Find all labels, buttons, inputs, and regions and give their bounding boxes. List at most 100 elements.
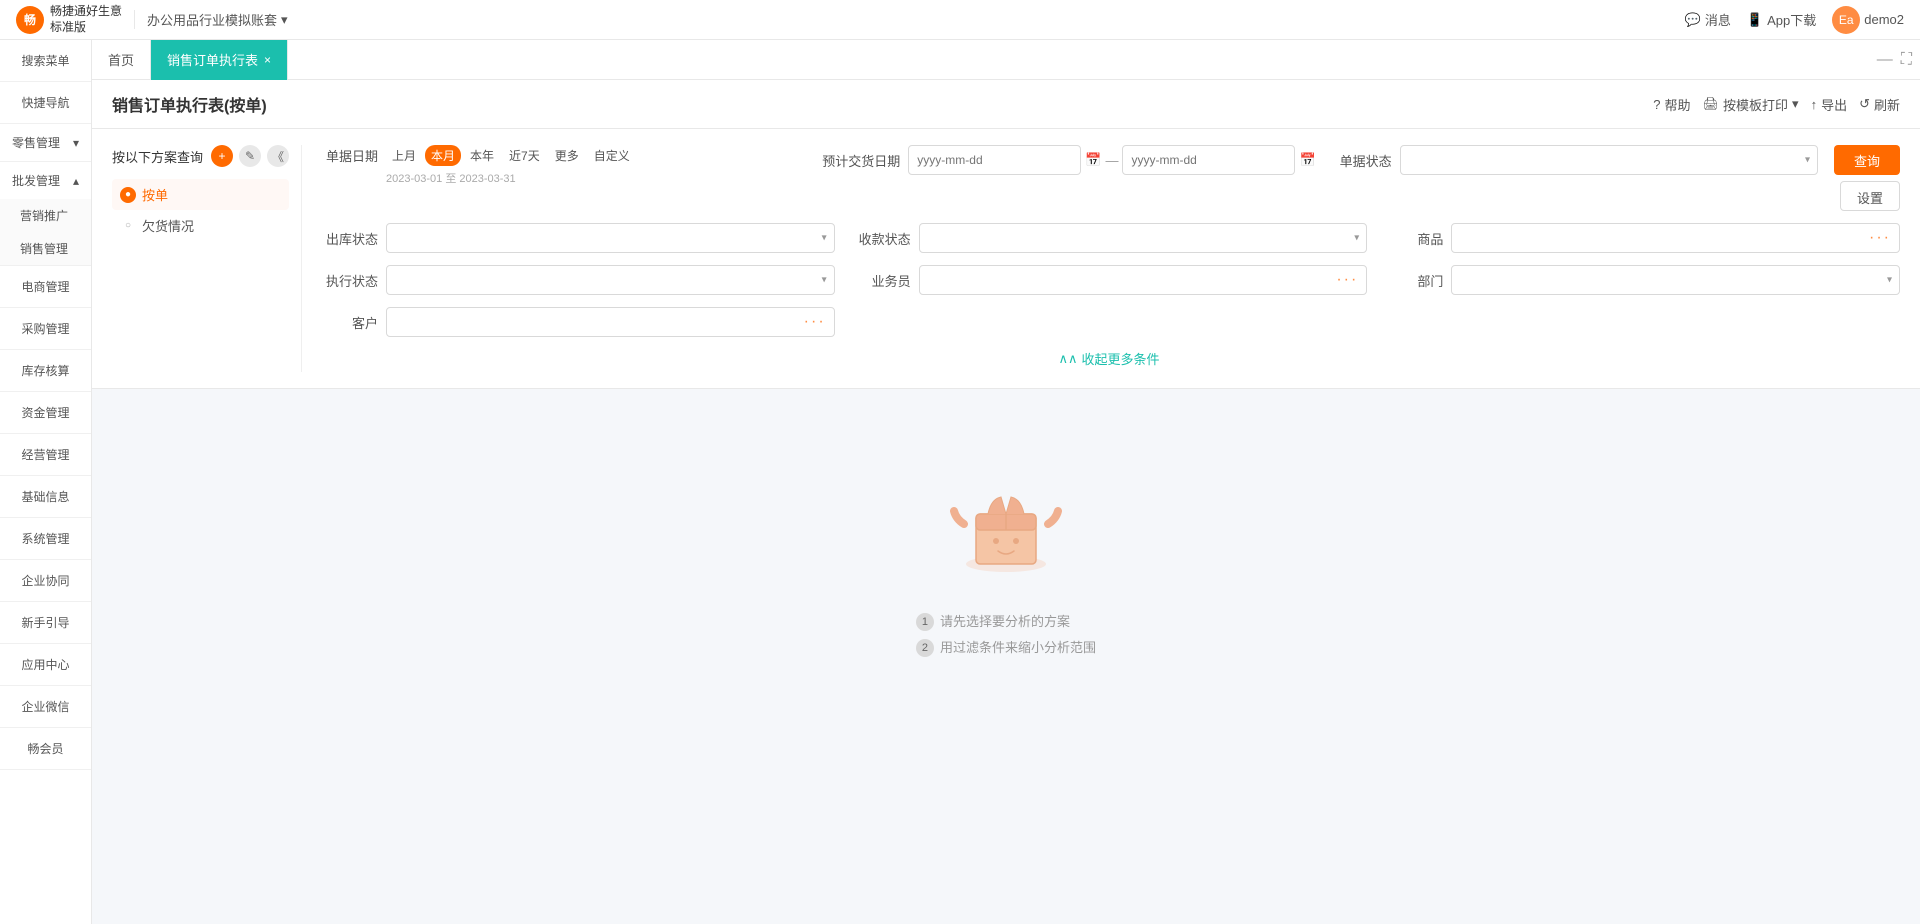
sidebar-item-quick-nav[interactable]: 快捷导航 <box>0 82 91 124</box>
message-button[interactable]: 💬 消息 <box>1685 10 1731 29</box>
page-content: 销售订单执行表(按单) ? 帮助 🖨 按模板打印 ▾ ↑ 导出 <box>92 80 1920 924</box>
sidebar-item-wholesale[interactable]: 批发管理 ▴ <box>0 162 91 199</box>
print-icon: 🖨 <box>1703 96 1720 112</box>
download-icon: 📱 <box>1747 12 1763 28</box>
sidebar-item-sales-mgmt[interactable]: 销售管理 <box>0 232 91 265</box>
empty-tips: 1 请先选择要分析的方案 2 用过滤条件来缩小分析范围 <box>916 609 1096 661</box>
empty-state: 1 请先选择要分析的方案 2 用过滤条件来缩小分析范围 <box>92 389 1920 741</box>
filter-status-item: 单据状态 ▾ <box>1332 145 1818 175</box>
sidebar-item-ecommerce[interactable]: 电商管理 <box>0 266 91 308</box>
scheme-list: ● 按单 ○ 欠货情况 <box>112 179 289 241</box>
filter-actions: 查询 设置 <box>1834 145 1900 211</box>
help-icon: ? <box>1653 97 1660 112</box>
expected-date-label: 预计交货日期 <box>820 151 900 170</box>
sidebar-item-app-center[interactable]: 应用中心 <box>0 644 91 686</box>
scheme-dot: ○ <box>120 218 136 234</box>
print-button[interactable]: 🖨 按模板打印 ▾ <box>1703 95 1799 114</box>
filter-delivery-status-item: 出库状态 ▾ <box>318 223 835 253</box>
filter-payment-status-item: 收款状态 ▾ <box>851 223 1368 253</box>
logo-text: 畅捷通好生意 标准版 <box>50 4 122 35</box>
customer-dots-icon[interactable]: ··· <box>804 313 826 331</box>
date-tab-last-month[interactable]: 上月 <box>386 145 422 166</box>
sidebar-item-search[interactable]: 搜索菜单 <box>0 40 91 82</box>
goods-dots-icon[interactable]: ··· <box>1869 229 1891 247</box>
chevron-down-icon: ▾ <box>281 12 288 28</box>
chevron-down-icon: ▾ <box>73 136 79 150</box>
tab-close-icon[interactable]: × <box>264 53 271 67</box>
date-tab-7days[interactable]: 近7天 <box>503 145 546 166</box>
calendar-end-icon[interactable]: 📅 <box>1299 152 1315 168</box>
salesman-picker[interactable]: ··· <box>919 265 1368 295</box>
tabbar-actions: — ⛶ <box>1877 51 1920 69</box>
filter-date-item: 单据日期 上月 本月 本年 近7天 更多 自定义 <box>318 145 804 186</box>
avatar: Ea <box>1832 6 1860 34</box>
tabbar: 首页 销售订单执行表 × — ⛶ <box>92 40 1920 80</box>
scheme-selector: 按以下方案查询 + ✎ 《 ● 按单 <box>112 145 302 372</box>
date-tabs: 上月 本月 本年 近7天 更多 自定义 <box>386 145 636 166</box>
scheme-edit-button[interactable]: ✎ <box>239 145 261 167</box>
goods-picker[interactable]: ··· <box>1451 223 1900 253</box>
sidebar-item-purchase[interactable]: 采购管理 <box>0 308 91 350</box>
date-tab-more[interactable]: 更多 <box>549 145 585 166</box>
logo-area: 畅 畅捷通好生意 标准版 <box>16 4 122 35</box>
exec-status-label: 执行状态 <box>318 271 378 290</box>
date-label: 单据日期 <box>318 146 378 165</box>
date-tab-custom[interactable]: 自定义 <box>588 145 636 166</box>
exec-status-select[interactable] <box>386 265 835 295</box>
date-tab-this-year[interactable]: 本年 <box>464 145 500 166</box>
page-actions: ? 帮助 🖨 按模板打印 ▾ ↑ 导出 ↺ 刷新 <box>1653 95 1900 114</box>
tab-minimize-icon[interactable]: — <box>1877 51 1893 69</box>
expected-date-start[interactable] <box>908 145 1081 175</box>
salesman-label: 业务员 <box>851 271 911 290</box>
date-tab-this-month[interactable]: 本月 <box>425 145 461 166</box>
tab-maximize-icon[interactable]: ⛶ <box>1901 51 1912 69</box>
settings-button[interactable]: 设置 <box>1840 181 1900 211</box>
tab-home[interactable]: 首页 <box>92 40 151 80</box>
expected-date-end[interactable] <box>1122 145 1295 175</box>
help-button[interactable]: ? 帮助 <box>1653 95 1690 114</box>
customer-label: 客户 <box>318 313 378 332</box>
calendar-start-icon[interactable]: 📅 <box>1085 152 1101 168</box>
status-select[interactable] <box>1400 145 1818 175</box>
customer-picker[interactable]: ··· <box>386 307 835 337</box>
sidebar-item-system[interactable]: 系统管理 <box>0 518 91 560</box>
search-button[interactable]: 查询 <box>1834 145 1900 175</box>
scheme-item-shortage[interactable]: ○ 欠货情况 <box>112 210 289 241</box>
tab-sales-order-exec[interactable]: 销售订单执行表 × <box>151 40 288 80</box>
filter-salesman-item: 业务员 ··· <box>851 265 1368 295</box>
refresh-button[interactable]: ↺ 刷新 <box>1859 95 1900 114</box>
delivery-status-select[interactable] <box>386 223 835 253</box>
app-selector[interactable]: 办公用品行业模拟账套 ▾ <box>134 10 288 29</box>
sidebar-item-inventory[interactable]: 库存核算 <box>0 350 91 392</box>
scheme-item-by-order[interactable]: ● 按单 <box>112 179 289 210</box>
sidebar-item-member[interactable]: 畅会员 <box>0 728 91 770</box>
sidebar-item-retail[interactable]: 零售管理 ▾ <box>0 124 91 161</box>
scheme-collapse-button[interactable]: 《 <box>267 145 289 167</box>
filter-dept-item: 部门 ▾ <box>1383 265 1900 295</box>
sidebar-item-operations[interactable]: 经营管理 <box>0 434 91 476</box>
main-layout: 搜索菜单 快捷导航 零售管理 ▾ 批发管理 ▴ 营销推广 销售管理 电商管理 采… <box>0 40 1920 924</box>
topbar-right: 💬 消息 📱 App下载 Ea demo2 <box>1685 6 1904 34</box>
salesman-dots-icon[interactable]: ··· <box>1336 271 1358 289</box>
payment-status-select-wrapper: ▾ <box>919 223 1368 253</box>
sidebar-item-new-guide[interactable]: 新手引导 <box>0 602 91 644</box>
refresh-icon: ↺ <box>1859 96 1870 112</box>
dept-label: 部门 <box>1383 271 1443 290</box>
dept-select[interactable] <box>1451 265 1900 295</box>
empty-illustration <box>946 469 1066 589</box>
sidebar-item-finance[interactable]: 资金管理 <box>0 392 91 434</box>
sidebar-item-enterprise-wechat[interactable]: 企业微信 <box>0 686 91 728</box>
collapse-button[interactable]: ∧∧ 收起更多条件 <box>1054 345 1163 372</box>
payment-status-select[interactable] <box>919 223 1368 253</box>
goods-label: 商品 <box>1383 229 1443 248</box>
filter-expected-date-item: 预计交货日期 📅 — 📅 <box>820 145 1315 175</box>
collapse-up-icon: ∧∧ <box>1058 351 1077 367</box>
sidebar-group-wholesale: 批发管理 ▴ 营销推广 销售管理 <box>0 162 91 266</box>
scheme-add-button[interactable]: + <box>211 145 233 167</box>
user-profile[interactable]: Ea demo2 <box>1832 6 1904 34</box>
sidebar-item-basic-info[interactable]: 基础信息 <box>0 476 91 518</box>
app-download-button[interactable]: 📱 App下载 <box>1747 10 1816 29</box>
sidebar-item-marketing[interactable]: 营销推广 <box>0 199 91 232</box>
sidebar-item-enterprise[interactable]: 企业协同 <box>0 560 91 602</box>
export-button[interactable]: ↑ 导出 <box>1811 95 1848 114</box>
